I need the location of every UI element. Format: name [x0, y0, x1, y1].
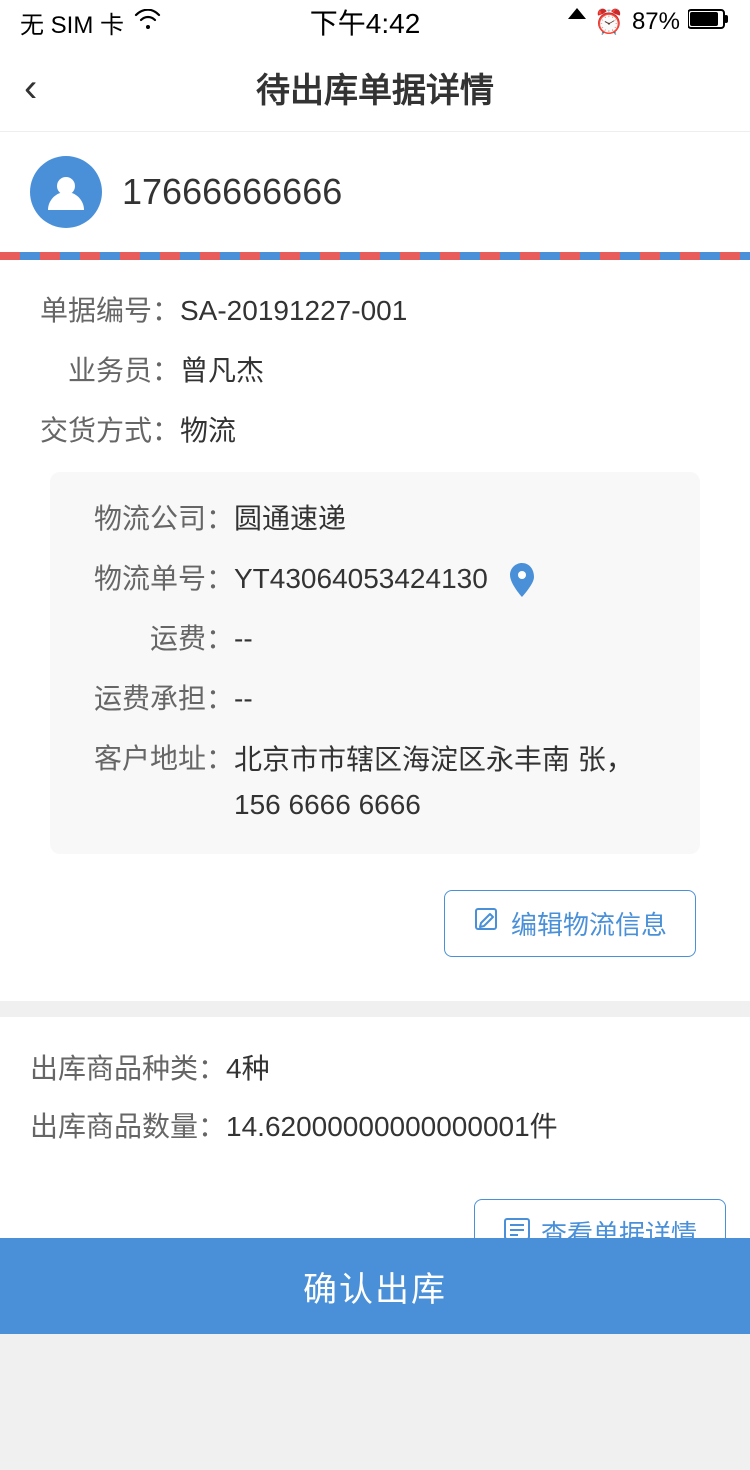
customer-phone: 17666666666	[122, 171, 342, 213]
product-qty-row: 出库商品数量： 14.62000000000000001件	[30, 1105, 720, 1145]
address-value: 北京市市辖区海淀区永丰南 张，156 6666 6666	[234, 738, 676, 828]
carrier-label: 无 SIM 卡	[20, 5, 124, 40]
order-info-section: 单据编号： SA-20191227-001 业务员： 曾凡杰 交货方式： 物流 …	[0, 260, 750, 1001]
nav-bar: ‹ 待出库单据详情	[0, 44, 750, 132]
back-button[interactable]: ‹	[24, 68, 37, 108]
delivery-label: 交货方式：	[30, 410, 180, 452]
alarm-icon: ⏰	[594, 8, 624, 37]
avatar	[30, 156, 102, 228]
logistics-company-row: 物流公司： 圆通速递	[74, 498, 676, 540]
order-id-label: 单据编号：	[30, 290, 180, 332]
staff-value: 曾凡杰	[180, 350, 720, 392]
freight-bear-label: 运费承担：	[74, 678, 234, 720]
decorative-divider	[0, 252, 750, 260]
section-separator	[0, 1001, 750, 1017]
customer-header: 17666666666	[0, 132, 750, 252]
logistics-tracking-row: 物流单号： YT43064053424130	[74, 558, 676, 600]
delivery-value: 物流	[180, 410, 720, 452]
logistics-card: 物流公司： 圆通速递 物流单号： YT43064053424130 运费： --	[50, 472, 700, 854]
wifi-icon	[134, 8, 162, 36]
confirm-btn-bar[interactable]: 确认出库	[0, 1238, 750, 1334]
page-title: 待出库单据详情	[256, 63, 494, 112]
battery-label: 87%	[632, 8, 680, 36]
status-right: ⏰ 87%	[568, 8, 730, 37]
product-qty-value: 14.62000000000000001件	[226, 1105, 720, 1145]
location-status-icon	[568, 8, 586, 37]
product-type-label: 出库商品种类：	[30, 1047, 226, 1087]
logistics-company-label: 物流公司：	[74, 498, 234, 540]
delivery-row: 交货方式： 物流	[30, 410, 720, 452]
freight-value: --	[234, 618, 676, 660]
order-id-value: SA-20191227-001	[180, 290, 720, 332]
freight-row: 运费： --	[74, 618, 676, 660]
freight-label: 运费：	[74, 618, 234, 660]
product-qty-label: 出库商品数量：	[30, 1105, 226, 1145]
status-left: 无 SIM 卡	[20, 5, 162, 40]
battery-icon	[688, 8, 730, 37]
edit-icon	[473, 906, 501, 941]
staff-label: 业务员：	[30, 350, 180, 392]
confirm-btn-label: 确认出库	[303, 1262, 447, 1311]
map-pin-icon[interactable]	[502, 559, 542, 599]
freight-bear-row: 运费承担： --	[74, 678, 676, 720]
edit-logistics-button[interactable]: 编辑物流信息	[444, 890, 696, 957]
logistics-tracking-label: 物流单号：	[74, 558, 234, 600]
status-bar: 无 SIM 卡 下午4:42 ⏰ 87%	[0, 0, 750, 44]
product-section: 出库商品种类： 4种 出库商品数量： 14.62000000000000001件	[0, 1017, 750, 1183]
person-icon	[44, 170, 88, 214]
product-type-row: 出库商品种类： 4种	[30, 1047, 720, 1087]
logistics-tracking-value: YT43064053424130	[234, 558, 676, 600]
product-type-value: 4种	[226, 1047, 720, 1087]
staff-row: 业务员： 曾凡杰	[30, 350, 720, 392]
edit-btn-label: 编辑物流信息	[511, 905, 667, 942]
tracking-number: YT43064053424130	[234, 558, 488, 600]
address-label: 客户地址：	[74, 738, 234, 780]
logistics-company-value: 圆通速递	[234, 498, 676, 540]
status-time: 下午4:42	[310, 2, 421, 42]
freight-bear-value: --	[234, 678, 676, 720]
address-row: 客户地址： 北京市市辖区海淀区永丰南 张，156 6666 6666	[74, 738, 676, 828]
order-id-row: 单据编号： SA-20191227-001	[30, 290, 720, 332]
edit-btn-row: 编辑物流信息	[30, 874, 720, 981]
